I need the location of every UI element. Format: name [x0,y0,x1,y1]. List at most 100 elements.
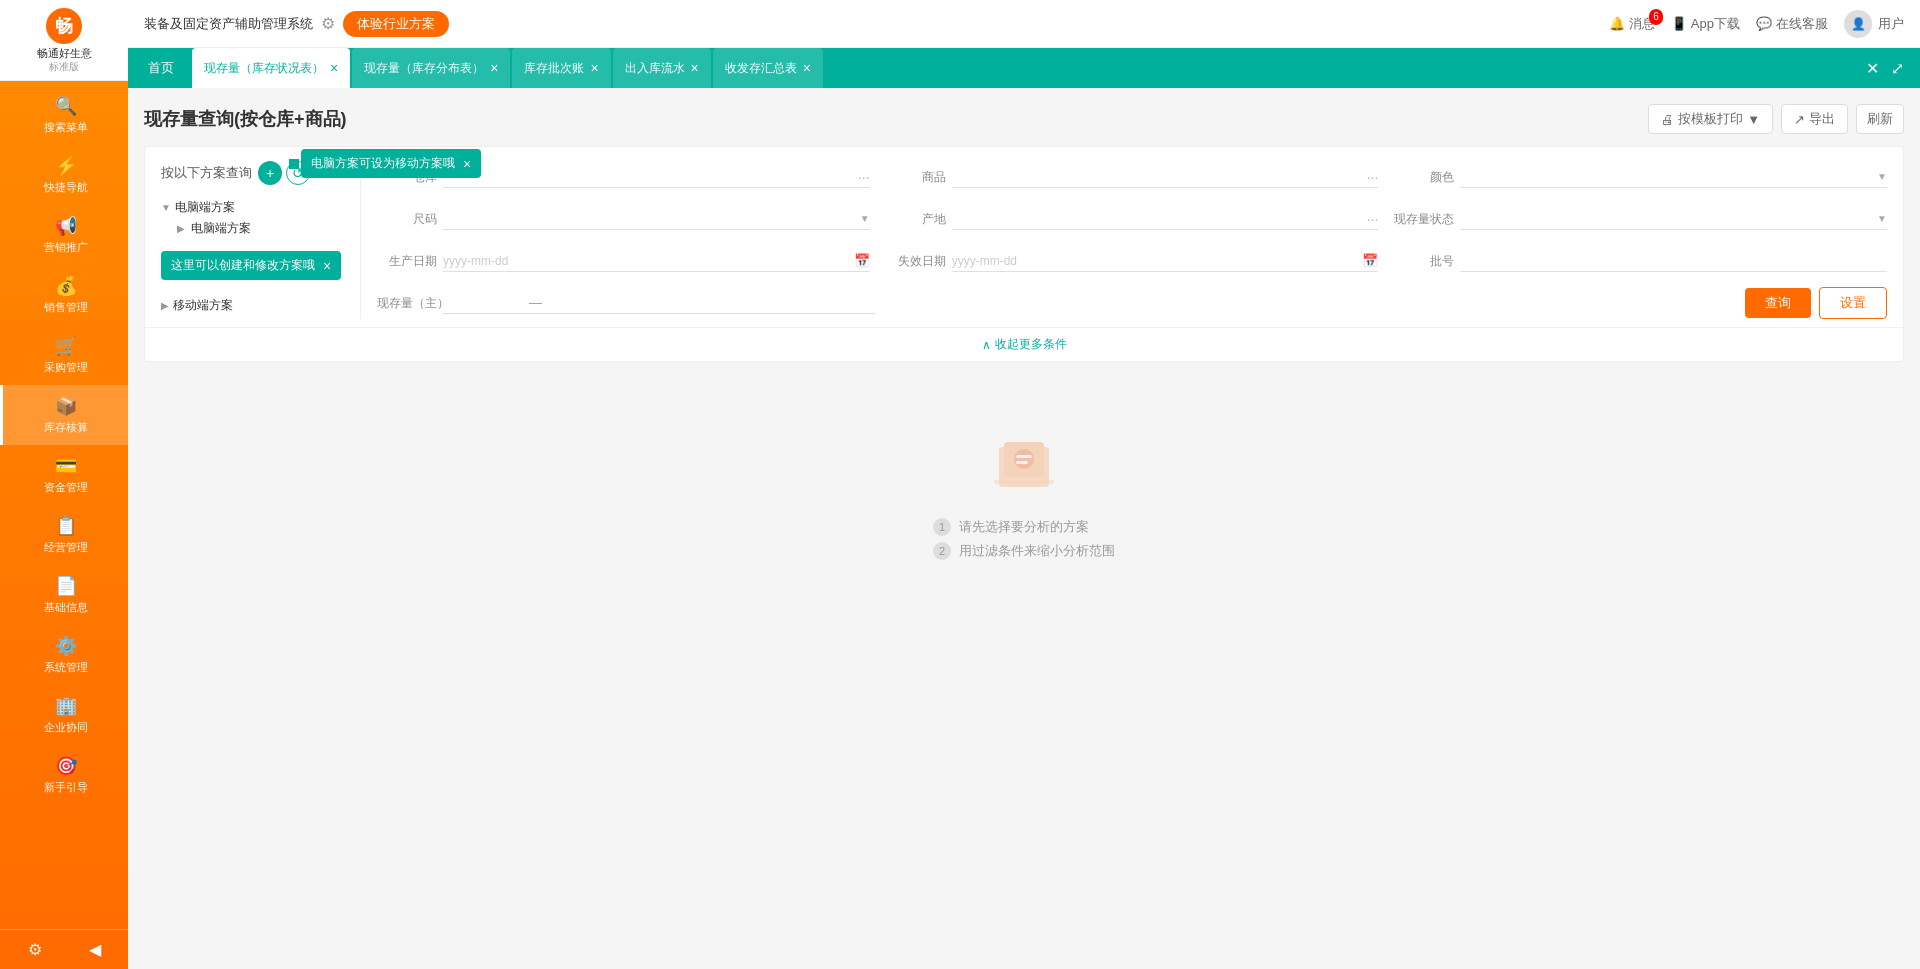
scheme-group-desktop-label: 电脑端方案 [175,199,235,216]
tab-close-in-out-flow[interactable]: × [691,60,699,76]
stock-main-input-wrap: — [443,293,875,314]
print-template-button[interactable]: 🖨 按模板打印 ▼ [1648,104,1773,134]
user-avatar: 👤 [1844,10,1872,38]
scheme-group-desktop-header[interactable]: ▼ 电脑端方案 [161,195,348,220]
tab-close-inventory-dist[interactable]: × [490,60,498,76]
enterprise-icon: 🏢 [55,695,77,717]
tab-inventory-status[interactable]: 现存量（库存状况表） × [192,48,350,88]
goods-input-wrap: ··· [952,167,1379,188]
collapse-label: 收起更多条件 [995,336,1067,353]
field-stock-status: 现存量状态 ▼ [1394,203,1887,235]
top-header: 装备及固定资产辅助管理系统 ⚙ 体验行业方案 🔔 消息 6 📱 App下载 💬 … [128,0,1920,48]
sidebar-item-sales[interactable]: 💰 销售管理 [0,265,128,325]
sidebar-item-label: 搜索菜单 [44,120,88,135]
search-row-2: 尺码 ▼ 产地 ··· [377,203,1887,235]
tab-home[interactable]: 首页 [132,48,190,88]
color-dropdown-icon[interactable]: ▼ [1873,171,1887,182]
field-size: 尺码 ▼ [377,203,870,235]
origin-input[interactable] [952,209,1367,229]
app-download-button[interactable]: 📱 App下载 [1671,15,1740,33]
refresh-button[interactable]: 刷新 [1856,104,1904,134]
sidebar-item-purchase[interactable]: 🛒 采购管理 [0,325,128,385]
sidebar-item-inventory[interactable]: 📦 库存核算 [0,385,128,445]
tip-text-2: 用过滤条件来缩小分析范围 [959,542,1115,560]
produce-date-calendar-icon[interactable]: 📅 [854,253,870,268]
sidebar-item-basic-info[interactable]: 📄 基础信息 [0,565,128,625]
tab-bar-right: ✕ ⤢ [1862,55,1916,82]
operation-icon: 📋 [55,515,77,537]
inventory-icon: 📦 [55,395,77,417]
tab-receive-summary[interactable]: 收发存汇总表 × [713,48,823,88]
tab-expand-button[interactable]: ⤢ [1887,55,1908,82]
tab-close-inventory-status[interactable]: × [330,60,338,76]
search-area: 按以下方案查询 + ↺ « 电脑方案可设为移动方案哦 [144,146,1904,362]
svg-point-2 [1014,449,1034,469]
sidebar-item-marketing[interactable]: 📢 营销推广 [0,205,128,265]
warehouse-input[interactable] [443,167,858,187]
tooltip-create-close[interactable]: × [323,258,331,274]
tab-batch-ledger[interactable]: 库存批次账 × [512,48,610,88]
tab-close-all-button[interactable]: ✕ [1862,55,1883,82]
goods-input[interactable] [952,167,1367,187]
scheme-group-mobile-header[interactable]: ▶ 移动端方案 [161,293,348,318]
sidebar-item-quick-nav[interactable]: ⚡ 快捷导航 [0,145,128,205]
origin-more-icon[interactable]: ··· [1367,211,1379,227]
settings-button[interactable]: ⚙ [28,940,42,959]
tab-close-receive-summary[interactable]: × [803,60,811,76]
field-origin: 产地 ··· [886,203,1379,235]
gear-icon[interactable]: ⚙ [321,14,335,33]
tab-bar: 首页 现存量（库存状况表） × 现存量（库存分布表） × 库存批次账 × 出入库… [128,48,1920,88]
sidebar-item-system[interactable]: ⚙️ 系统管理 [0,625,128,685]
expire-date-calendar-icon[interactable]: 📅 [1362,253,1378,268]
sidebar-item-operation[interactable]: 📋 经营管理 [0,505,128,565]
color-input-wrap: ▼ [1460,167,1887,188]
add-scheme-button[interactable]: + [258,161,282,185]
collapse-row[interactable]: ∧ 收起更多条件 [145,327,1903,361]
message-button[interactable]: 🔔 消息 6 [1609,15,1655,33]
tooltip-scheme-close[interactable]: × [463,156,471,172]
stock-status-label: 现存量状态 [1394,211,1454,228]
size-dropdown-icon[interactable]: ▼ [856,213,870,224]
field-expire-date: 失效日期 📅 [886,245,1379,277]
export-button[interactable]: ↗ 导出 [1781,104,1848,134]
scheme-arrow-icon: ▼ [161,202,171,213]
sidebar-item-finance[interactable]: 💳 资金管理 [0,445,128,505]
sidebar-footer: ⚙ ◀ [0,929,128,969]
scheme-list: ▼ 电脑端方案 ▶ 电脑端方案 [161,195,348,243]
page-actions: 🖨 按模板打印 ▼ ↗ 导出 刷新 [1648,104,1904,134]
sidebar-item-label: 新手引导 [44,780,88,795]
guide-icon: 🎯 [55,755,77,777]
phone-icon: 📱 [1671,16,1687,31]
user-menu-button[interactable]: 👤 用户 [1844,10,1904,38]
sales-icon: 💰 [55,275,77,297]
color-input[interactable] [1460,167,1873,187]
collapse-sidebar-button[interactable]: ◀ [89,940,101,959]
warehouse-more-icon[interactable]: ··· [858,169,870,185]
tab-inventory-dist[interactable]: 现存量（库存分布表） × [352,48,510,88]
scheme-item-desktop[interactable]: ▶ 电脑端方案 [161,220,348,243]
stock-status-dropdown-icon[interactable]: ▼ [1873,213,1887,224]
sidebar-item-enterprise[interactable]: 🏢 企业协同 [0,685,128,745]
produce-date-input[interactable] [443,251,852,271]
sidebar-item-guide[interactable]: 🎯 新手引导 [0,745,128,805]
sidebar: 畅 畅通好生意 标准版 🔍 搜索菜单 ⚡ 快捷导航 📢 营销推广 💰 销售管理 … [0,0,128,969]
search-buttons: 查询 设置 [891,287,1887,319]
goods-more-icon[interactable]: ··· [1367,169,1379,185]
finance-icon: 💳 [55,455,77,477]
set-button[interactable]: 设置 [1819,287,1887,319]
expire-date-input[interactable] [952,251,1361,271]
stock-main-to[interactable] [548,293,628,313]
experience-button[interactable]: 体验行业方案 [343,11,449,37]
search-button[interactable]: 查询 [1745,288,1811,318]
size-input[interactable] [443,209,856,229]
batch-input[interactable] [1460,251,1887,271]
color-label: 颜色 [1394,169,1454,186]
goods-label: 商品 [886,169,946,186]
tab-in-out-flow[interactable]: 出入库流水 × [613,48,711,88]
stock-status-input[interactable] [1460,209,1873,229]
stock-main-separator: — [529,295,542,310]
stock-main-from[interactable] [443,293,523,313]
sidebar-item-search-menu[interactable]: 🔍 搜索菜单 [0,85,128,145]
tab-close-batch-ledger[interactable]: × [590,60,598,76]
online-service-button[interactable]: 💬 在线客服 [1756,15,1828,33]
